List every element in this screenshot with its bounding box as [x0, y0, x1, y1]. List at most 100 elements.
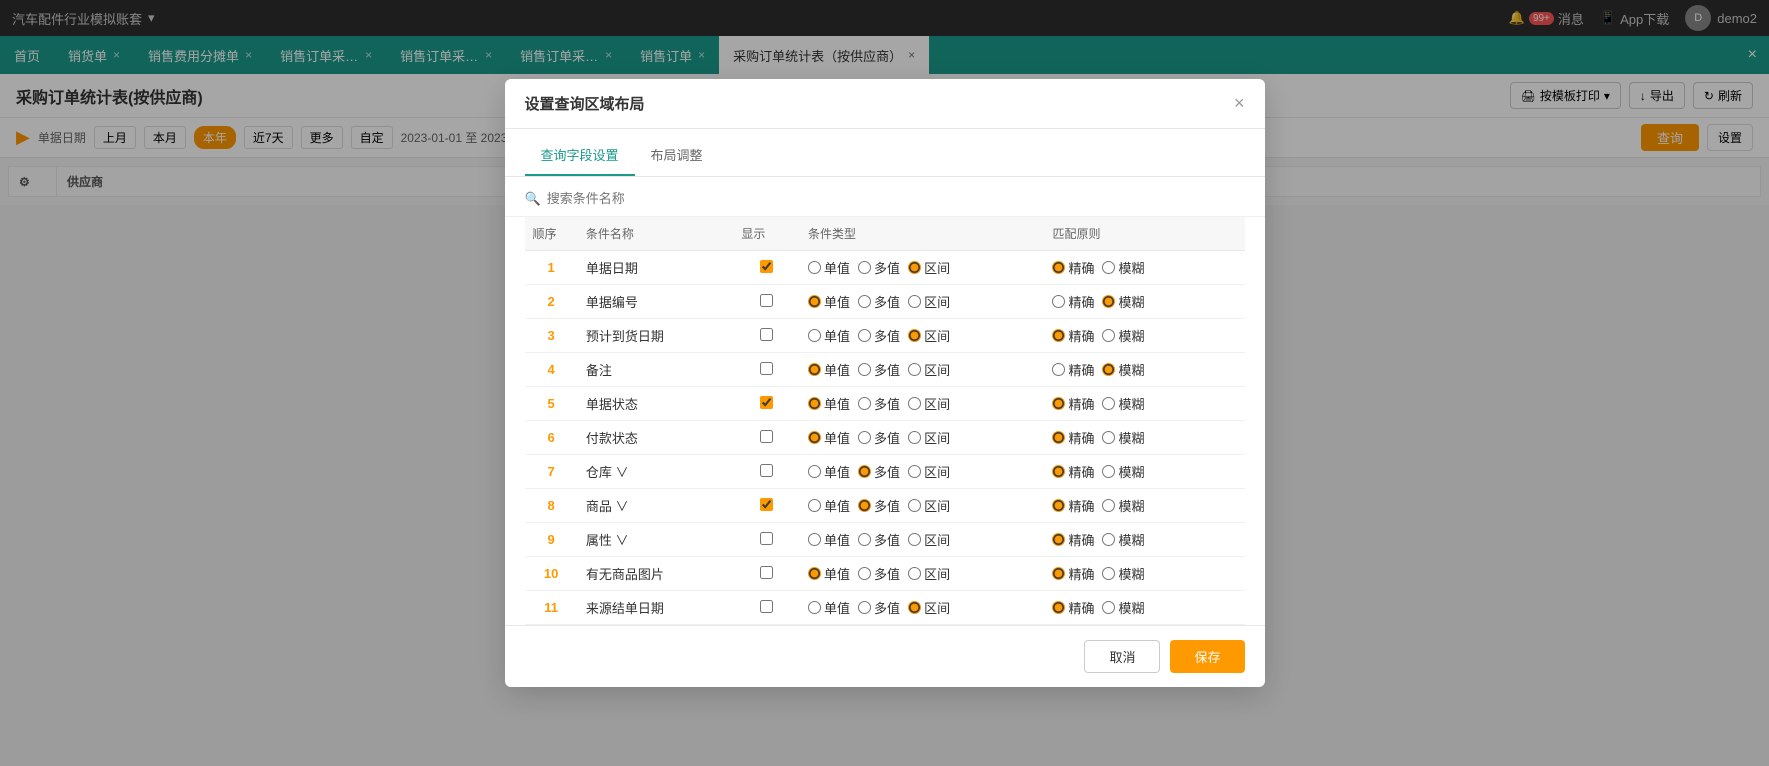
- type-radio-6-1[interactable]: [858, 465, 871, 478]
- match-radio-6-1[interactable]: [1102, 465, 1115, 478]
- type-radio-label-4-2[interactable]: 区间: [908, 394, 950, 413]
- type-radio-4-2[interactable]: [908, 397, 921, 410]
- match-radio-label-4-1[interactable]: 模糊: [1102, 394, 1144, 413]
- match-radio-label-3-1[interactable]: 模糊: [1102, 360, 1144, 379]
- type-radio-3-1[interactable]: [858, 363, 871, 376]
- type-radio-7-1[interactable]: [858, 499, 871, 512]
- save-button[interactable]: 保存: [1170, 640, 1244, 673]
- type-radio-label-10-0[interactable]: 单值: [808, 598, 850, 617]
- type-radio-10-2[interactable]: [908, 601, 921, 614]
- match-radio-label-5-0[interactable]: 精确: [1052, 428, 1094, 447]
- type-radio-4-1[interactable]: [858, 397, 871, 410]
- match-radio-label-9-0[interactable]: 精确: [1052, 564, 1094, 583]
- type-radio-10-0[interactable]: [808, 601, 821, 614]
- show-checkbox-6[interactable]: [760, 464, 773, 477]
- show-checkbox-10[interactable]: [760, 600, 773, 613]
- dialog-search-input[interactable]: [547, 187, 747, 210]
- type-radio-label-9-2[interactable]: 区间: [908, 564, 950, 583]
- match-radio-label-6-1[interactable]: 模糊: [1102, 462, 1144, 481]
- type-radio-3-2[interactable]: [908, 363, 921, 376]
- match-radio-0-1[interactable]: [1102, 261, 1115, 274]
- match-radio-5-1[interactable]: [1102, 431, 1115, 444]
- match-radio-7-1[interactable]: [1102, 499, 1115, 512]
- type-radio-5-2[interactable]: [908, 431, 921, 444]
- type-radio-label-2-0[interactable]: 单值: [808, 326, 850, 345]
- type-radio-5-1[interactable]: [858, 431, 871, 444]
- match-radio-label-1-1[interactable]: 模糊: [1102, 292, 1144, 311]
- type-radio-2-0[interactable]: [808, 329, 821, 342]
- type-radio-label-8-1[interactable]: 多值: [858, 530, 900, 549]
- type-radio-9-0[interactable]: [808, 567, 821, 580]
- type-radio-4-0[interactable]: [808, 397, 821, 410]
- show-checkbox-4[interactable]: [760, 396, 773, 409]
- match-radio-9-1[interactable]: [1102, 567, 1115, 580]
- type-radio-0-0[interactable]: [808, 261, 821, 274]
- dialog-close-button[interactable]: ×: [1234, 93, 1245, 114]
- type-radio-label-3-2[interactable]: 区间: [908, 360, 950, 379]
- type-radio-label-4-0[interactable]: 单值: [808, 394, 850, 413]
- type-radio-2-2[interactable]: [908, 329, 921, 342]
- show-checkbox-1[interactable]: [760, 294, 773, 307]
- type-radio-label-3-1[interactable]: 多值: [858, 360, 900, 379]
- match-radio-label-10-0[interactable]: 精确: [1052, 598, 1094, 617]
- type-radio-8-0[interactable]: [808, 533, 821, 546]
- type-radio-1-0[interactable]: [808, 295, 821, 308]
- type-radio-label-2-2[interactable]: 区间: [908, 326, 950, 345]
- match-radio-label-3-0[interactable]: 精确: [1052, 360, 1094, 379]
- match-radio-label-4-0[interactable]: 精确: [1052, 394, 1094, 413]
- match-radio-label-0-0[interactable]: 精确: [1052, 258, 1094, 277]
- type-radio-label-2-1[interactable]: 多值: [858, 326, 900, 345]
- match-radio-label-1-0[interactable]: 精确: [1052, 292, 1094, 311]
- match-radio-4-1[interactable]: [1102, 397, 1115, 410]
- show-checkbox-5[interactable]: [760, 430, 773, 443]
- match-radio-label-2-0[interactable]: 精确: [1052, 326, 1094, 345]
- match-radio-label-9-1[interactable]: 模糊: [1102, 564, 1144, 583]
- type-radio-8-2[interactable]: [908, 533, 921, 546]
- match-radio-2-1[interactable]: [1102, 329, 1115, 342]
- match-radio-1-1[interactable]: [1102, 295, 1115, 308]
- match-radio-0-0[interactable]: [1052, 261, 1065, 274]
- match-radio-label-8-1[interactable]: 模糊: [1102, 530, 1144, 549]
- match-radio-label-7-1[interactable]: 模糊: [1102, 496, 1144, 515]
- show-checkbox-9[interactable]: [760, 566, 773, 579]
- match-radio-7-0[interactable]: [1052, 499, 1065, 512]
- type-radio-label-8-0[interactable]: 单值: [808, 530, 850, 549]
- type-radio-9-1[interactable]: [858, 567, 871, 580]
- match-radio-2-0[interactable]: [1052, 329, 1065, 342]
- type-radio-3-0[interactable]: [808, 363, 821, 376]
- type-radio-7-2[interactable]: [908, 499, 921, 512]
- type-radio-10-1[interactable]: [858, 601, 871, 614]
- type-radio-label-7-0[interactable]: 单值: [808, 496, 850, 515]
- match-radio-10-0[interactable]: [1052, 601, 1065, 614]
- match-radio-label-10-1[interactable]: 模糊: [1102, 598, 1144, 617]
- type-radio-label-6-2[interactable]: 区间: [908, 462, 950, 481]
- type-radio-label-8-2[interactable]: 区间: [908, 530, 950, 549]
- match-radio-9-0[interactable]: [1052, 567, 1065, 580]
- type-radio-label-1-0[interactable]: 单值: [808, 292, 850, 311]
- match-radio-label-2-1[interactable]: 模糊: [1102, 326, 1144, 345]
- match-radio-label-7-0[interactable]: 精确: [1052, 496, 1094, 515]
- match-radio-3-1[interactable]: [1102, 363, 1115, 376]
- dialog-tab-layout-adjust[interactable]: 布局调整: [635, 139, 719, 176]
- match-radio-label-5-1[interactable]: 模糊: [1102, 428, 1144, 447]
- match-radio-1-0[interactable]: [1052, 295, 1065, 308]
- type-radio-2-1[interactable]: [858, 329, 871, 342]
- type-radio-label-6-1[interactable]: 多值: [858, 462, 900, 481]
- show-checkbox-7[interactable]: [760, 498, 773, 511]
- type-radio-label-1-2[interactable]: 区间: [908, 292, 950, 311]
- match-radio-label-6-0[interactable]: 精确: [1052, 462, 1094, 481]
- type-radio-label-10-2[interactable]: 区间: [908, 598, 950, 617]
- type-radio-label-0-1[interactable]: 多值: [858, 258, 900, 277]
- type-radio-5-0[interactable]: [808, 431, 821, 444]
- show-checkbox-8[interactable]: [760, 532, 773, 545]
- cancel-button[interactable]: 取消: [1084, 640, 1160, 673]
- type-radio-label-5-1[interactable]: 多值: [858, 428, 900, 447]
- type-radio-9-2[interactable]: [908, 567, 921, 580]
- type-radio-label-4-1[interactable]: 多值: [858, 394, 900, 413]
- type-radio-7-0[interactable]: [808, 499, 821, 512]
- type-radio-label-0-0[interactable]: 单值: [808, 258, 850, 277]
- show-checkbox-3[interactable]: [760, 362, 773, 375]
- type-radio-1-1[interactable]: [858, 295, 871, 308]
- type-radio-label-3-0[interactable]: 单值: [808, 360, 850, 379]
- type-radio-label-7-2[interactable]: 区间: [908, 496, 950, 515]
